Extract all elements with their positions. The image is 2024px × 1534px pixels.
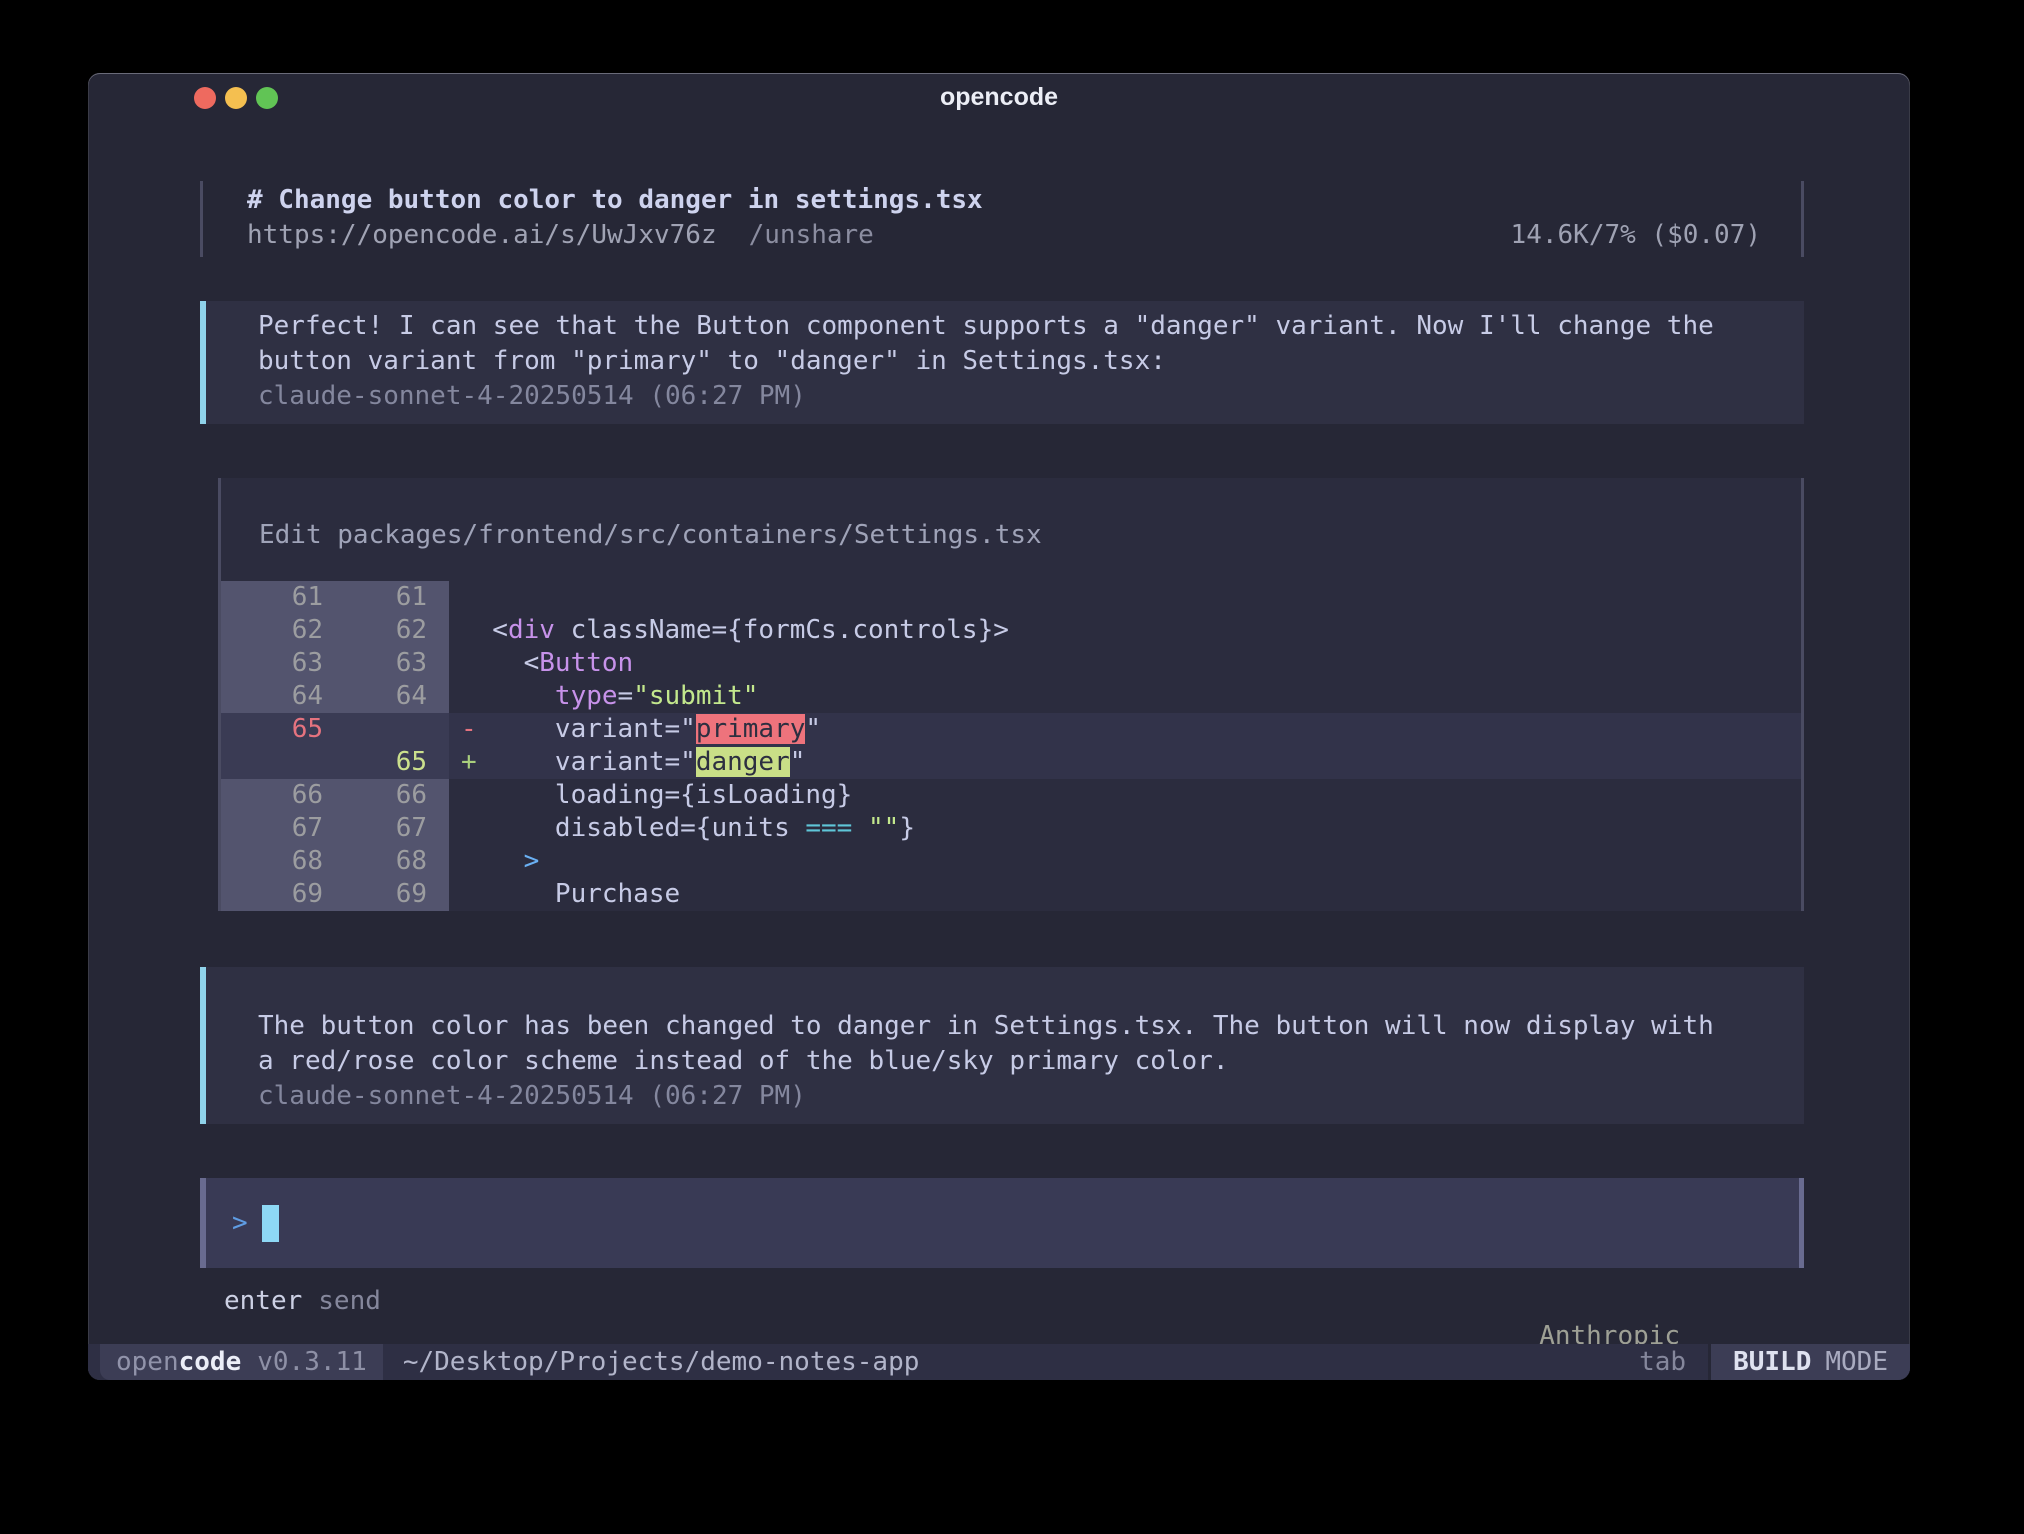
titlebar: opencode (88, 73, 1910, 117)
window-title: opencode (88, 73, 1910, 117)
message-model-timestamp: claude-sonnet-4-20250514 (06:27 PM) (258, 379, 1784, 414)
diff-code-line: Purchase (449, 878, 1801, 911)
mode-toggle[interactable]: BUILD MODE (1708, 1344, 1910, 1380)
tab-key-hint: tab (1639, 1344, 1686, 1380)
app-version: v0.3.11 (257, 1344, 367, 1380)
diff-code-line (449, 581, 1801, 614)
diff-code-line: type="submit" (449, 680, 1801, 713)
status-bar: opencode v0.3.11 ~/Desktop/Projects/demo… (88, 1344, 1910, 1380)
message-text-line: The button color has been changed to dan… (258, 1009, 1784, 1044)
diff-line-numbers: 65 (221, 713, 449, 746)
diff-row: 65+ variant="danger" (221, 746, 1801, 779)
diff-code-line: <Button (449, 647, 1801, 680)
opencode-window: opencode # Change button color to danger… (88, 73, 1910, 1380)
mode-label-bold: BUILD (1733, 1344, 1811, 1380)
app-name-open: open (116, 1344, 179, 1380)
message-text-line: button variant from "primary" to "danger… (258, 344, 1784, 379)
diff-view: 61616262 <div className={formCs.controls… (221, 581, 1801, 911)
status-bar-right: tab BUILD MODE (1639, 1344, 1910, 1380)
assistant-message: Perfect! I can see that the Button compo… (200, 301, 1804, 424)
prompt-symbol: > (232, 1208, 248, 1238)
diff-line-numbers: 6868 (221, 845, 449, 878)
assistant-message: The button color has been changed to dan… (200, 967, 1804, 1124)
token-usage: 14.6K/7% ($0.07) (1511, 218, 1761, 253)
diff-row: 6363 <Button (221, 647, 1801, 680)
session-title: # Change button color to danger in setti… (247, 183, 1761, 218)
working-directory: ~/Desktop/Projects/demo-notes-app (403, 1344, 920, 1380)
session-share-row: https://opencode.ai/s/UwJxv76z /unshare … (247, 218, 1761, 253)
diff-line-numbers: 65 (221, 746, 449, 779)
app-name-code: code (179, 1344, 242, 1380)
diff-line-numbers: 6767 (221, 812, 449, 845)
message-text-line: Perfect! I can see that the Button compo… (258, 309, 1784, 344)
diff-row: 6868 > (221, 845, 1801, 878)
diff-code-line: disabled={units === ""} (449, 812, 1801, 845)
mode-label-rest: MODE (1825, 1344, 1888, 1380)
diff-code-line: > (449, 845, 1801, 878)
session-header: # Change button color to danger in setti… (200, 181, 1804, 257)
message-model-timestamp: claude-sonnet-4-20250514 (06:27 PM) (258, 1079, 1784, 1114)
diff-line-numbers: 6666 (221, 779, 449, 812)
diff-code-line: <div className={formCs.controls}> (449, 614, 1801, 647)
diff-line-numbers: 6464 (221, 680, 449, 713)
diff-code-line: - variant="primary" (449, 713, 1801, 746)
diff-code-line: loading={isLoading} (449, 779, 1801, 812)
diff-row: 6262 <div className={formCs.controls}> (221, 614, 1801, 647)
edit-tool-card: Edit packages/frontend/src/containers/Se… (218, 478, 1804, 911)
diff-row: 6767 disabled={units === ""} (221, 812, 1801, 845)
diff-row: 65- variant="primary" (221, 713, 1801, 746)
diff-line-numbers: 6969 (221, 878, 449, 911)
diff-row: 6161 (221, 581, 1801, 614)
edit-tool-title: Edit packages/frontend/src/containers/Se… (221, 518, 1801, 553)
diff-row: 6464 type="submit" (221, 680, 1801, 713)
app-version-segment: opencode v0.3.11 (100, 1344, 383, 1380)
diff-code-line: + variant="danger" (449, 746, 1801, 779)
diff-row: 6666 loading={isLoading} (221, 779, 1801, 812)
prompt-input[interactable]: > (200, 1178, 1804, 1268)
main-content: # Change button color to danger in setti… (88, 181, 1910, 1380)
diff-line-numbers: 6161 (221, 581, 449, 614)
text-cursor (262, 1205, 279, 1242)
diff-row: 6969 Purchase (221, 878, 1801, 911)
diff-line-numbers: 6363 (221, 647, 449, 680)
message-text-line: a red/rose color scheme instead of the b… (258, 1044, 1784, 1079)
diff-line-numbers: 6262 (221, 614, 449, 647)
unshare-command[interactable]: /unshare (749, 218, 874, 253)
share-url-link[interactable]: https://opencode.ai/s/UwJxv76z (247, 218, 717, 253)
